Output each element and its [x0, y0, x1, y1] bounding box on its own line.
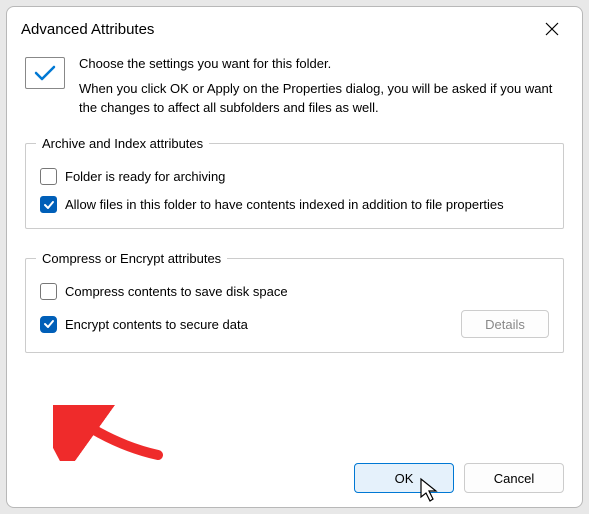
- dialog-footer: OK Cancel: [354, 463, 564, 493]
- intro-text: Choose the settings you want for this fo…: [79, 55, 564, 118]
- index-checkbox[interactable]: [40, 196, 57, 213]
- compress-label: Compress contents to save disk space: [65, 282, 288, 301]
- close-button[interactable]: [536, 17, 568, 41]
- encrypt-checkbox-row: Encrypt contents to secure data: [40, 315, 248, 334]
- details-button[interactable]: Details: [461, 310, 549, 338]
- annotation-arrow-icon: [53, 405, 163, 461]
- archive-checkbox-row: Folder is ready for archiving: [40, 167, 549, 186]
- intro-line1: Choose the settings you want for this fo…: [79, 55, 564, 74]
- compress-checkbox[interactable]: [40, 283, 57, 300]
- archive-label: Folder is ready for archiving: [65, 167, 225, 186]
- ok-button[interactable]: OK: [354, 463, 454, 493]
- encrypt-label: Encrypt contents to secure data: [65, 315, 248, 334]
- intro-section: Choose the settings you want for this fo…: [25, 55, 564, 118]
- encrypt-checkbox[interactable]: [40, 316, 57, 333]
- intro-line2: When you click OK or Apply on the Proper…: [79, 80, 564, 118]
- compress-encrypt-legend: Compress or Encrypt attributes: [36, 251, 227, 266]
- advanced-attributes-dialog: Advanced Attributes Choose the settings …: [6, 6, 583, 508]
- compress-encrypt-group: Compress or Encrypt attributes Compress …: [25, 251, 564, 354]
- dialog-title: Advanced Attributes: [21, 21, 154, 38]
- close-icon: [545, 22, 559, 36]
- index-checkbox-row: Allow files in this folder to have conte…: [40, 195, 549, 214]
- compress-checkbox-row: Compress contents to save disk space: [40, 282, 549, 301]
- encrypt-row-container: Encrypt contents to secure data Details: [40, 310, 549, 338]
- archive-index-group: Archive and Index attributes Folder is r…: [25, 136, 564, 229]
- check-icon: [43, 199, 55, 211]
- checkbox-illustration-icon: [25, 57, 65, 89]
- archive-checkbox[interactable]: [40, 168, 57, 185]
- index-label: Allow files in this folder to have conte…: [65, 195, 504, 214]
- cancel-button[interactable]: Cancel: [464, 463, 564, 493]
- dialog-content: Choose the settings you want for this fo…: [7, 49, 582, 353]
- check-icon: [43, 318, 55, 330]
- titlebar: Advanced Attributes: [7, 7, 582, 49]
- archive-index-legend: Archive and Index attributes: [36, 136, 209, 151]
